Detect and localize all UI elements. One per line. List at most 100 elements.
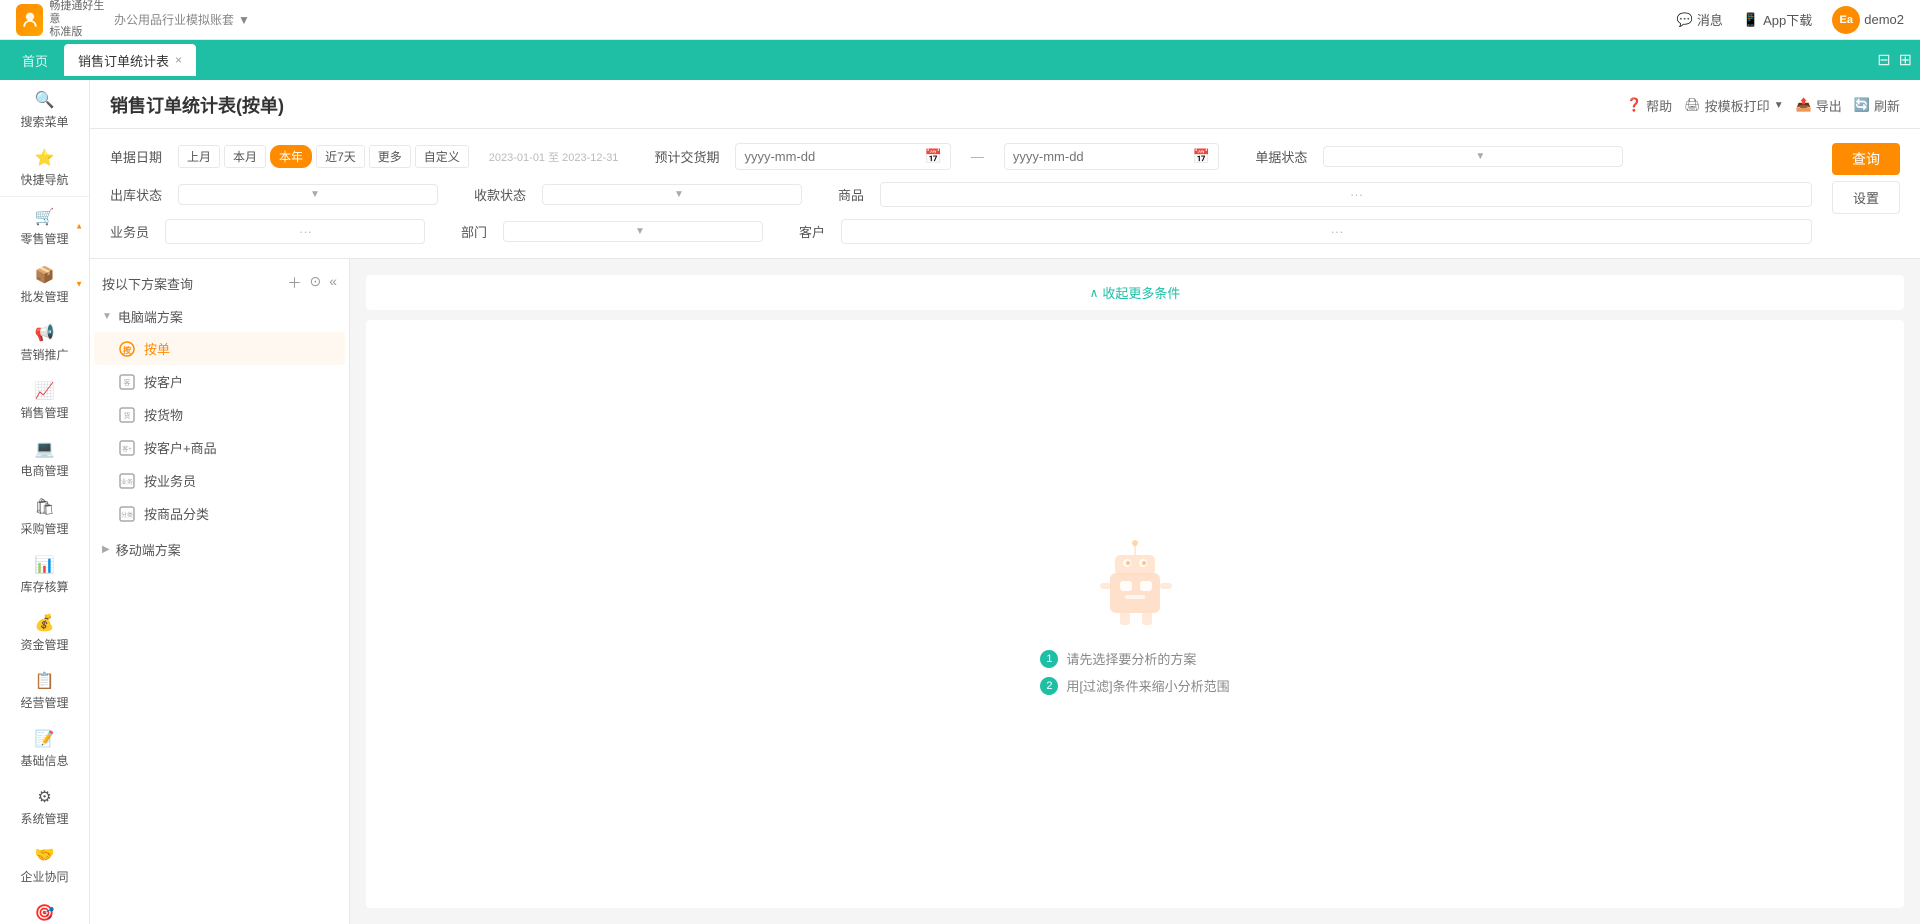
tree-item-by-salesperson[interactable]: 业务 按业务员: [94, 464, 345, 497]
tab-home-label: 首页: [22, 51, 48, 70]
tip-text-2: 用[过滤]条件来缩小分析范围: [1066, 676, 1229, 695]
collapse-bar[interactable]: ∧ 收起更多条件: [366, 275, 1904, 310]
goods-select[interactable]: ···: [880, 182, 1812, 207]
collapse-panel-btn[interactable]: «: [329, 273, 337, 293]
logo-text: 畅捷通好生意标准版: [49, 0, 106, 39]
delivery-date-end[interactable]: 📅: [1004, 143, 1219, 170]
tab-minimize-btn[interactable]: ⊟: [1877, 50, 1890, 70]
sidebar-item-newbie[interactable]: 🎯 新手引导: [0, 893, 89, 924]
refresh-btn[interactable]: 🔄 刷新: [1854, 96, 1900, 115]
salesperson-ellipsis-icon[interactable]: ···: [299, 224, 416, 239]
date-btn-this-year[interactable]: 本年: [270, 145, 312, 168]
date-btn-7days[interactable]: 近7天: [316, 145, 365, 168]
customer-ellipsis-icon[interactable]: ···: [1331, 224, 1803, 239]
salesperson-select[interactable]: ···: [165, 219, 425, 244]
tree-group-pc-header[interactable]: ▼ 电脑端方案: [94, 301, 345, 332]
sidebar-purchase-label: 采购管理: [20, 520, 68, 537]
export-icon: 📤: [1796, 97, 1812, 113]
retail-icon: 🛒: [35, 207, 55, 227]
top-bar: 畅捷通好生意标准版 办公用品行业模拟账套 ▼ 💬 消息 📱 App下载 Ea d…: [0, 0, 1920, 40]
sidebar-item-ecommerce[interactable]: 💻 电商管理: [0, 429, 89, 487]
tab-sales-stat-label: 销售订单统计表: [78, 51, 169, 70]
export-btn[interactable]: 📤 导出: [1796, 96, 1842, 115]
tab-sales-stat[interactable]: 销售订单统计表 ×: [64, 44, 196, 76]
sidebar: 🔍 搜索菜单 ⭐ 快捷导航 🛒 零售管理 📦 批发管理 📢 营销推广 📈 销售管…: [0, 80, 90, 924]
svg-text:客+: 客+: [122, 445, 132, 453]
sidebar-item-retail[interactable]: 🛒 零售管理: [0, 197, 89, 255]
add-scheme-btn[interactable]: ＋: [287, 273, 301, 293]
help-btn[interactable]: ❓ 帮助: [1626, 96, 1672, 115]
sidebar-item-finance[interactable]: 💰 资金管理: [0, 603, 89, 661]
goods-scheme-icon: 货: [118, 406, 136, 424]
date-quick-options: 上月 本月 本年 近7天 更多 自定义: [178, 145, 469, 168]
sidebar-item-operations[interactable]: 📋 经营管理: [0, 661, 89, 719]
sidebar-item-enterprise[interactable]: 🤝 企业协同: [0, 835, 89, 893]
tree-item-by-category[interactable]: 分类 按商品分类: [94, 497, 345, 530]
delivery-date-start[interactable]: 📅: [735, 143, 950, 170]
tree-item-by-customer[interactable]: 客 按客户: [94, 365, 345, 398]
by-order-label: 按单: [144, 339, 170, 358]
collapse-chevron-icon: ∧: [1090, 286, 1099, 300]
user-area[interactable]: Ea demo2: [1832, 6, 1904, 34]
customer-select[interactable]: ···: [841, 219, 1812, 244]
message-btn[interactable]: 💬 消息: [1677, 10, 1723, 29]
date-btn-last-month[interactable]: 上月: [178, 145, 220, 168]
status-arrow-icon: ▼: [1475, 151, 1614, 162]
delivery-start-input[interactable]: [744, 149, 920, 164]
date-btn-this-month[interactable]: 本月: [224, 145, 266, 168]
tab-close-icon[interactable]: ×: [175, 53, 182, 67]
sidebar-item-quick-nav[interactable]: ⭐ 快捷导航: [0, 138, 89, 196]
delivery-label: 预计交货期: [654, 147, 719, 166]
delivery-end-input[interactable]: [1013, 149, 1189, 164]
message-icon: 💬: [1677, 12, 1693, 28]
svg-text:业务: 业务: [121, 478, 133, 486]
sidebar-item-search[interactable]: 🔍 搜索菜单: [0, 80, 89, 138]
star-icon: ⭐: [35, 148, 55, 168]
sidebar-enterprise-label: 企业协同: [20, 868, 68, 885]
settings-btn[interactable]: 设置: [1832, 181, 1900, 214]
department-select[interactable]: ▼: [503, 221, 763, 242]
settings-scheme-btn[interactable]: ⊙: [309, 273, 321, 293]
goods-ellipsis-icon[interactable]: ···: [1350, 187, 1803, 202]
sidebar-item-purchase[interactable]: 🛍 采购管理: [0, 487, 89, 545]
tree-group-mobile: ▶ 移动端方案: [94, 534, 345, 565]
svg-text:客: 客: [124, 378, 131, 387]
sidebar-quick-nav-label: 快捷导航: [20, 171, 68, 188]
payment-arrow-icon: ▼: [674, 189, 793, 200]
system-icon: ⚙: [37, 787, 51, 807]
department-label: 部门: [461, 222, 487, 241]
template-print-btn[interactable]: 🖨 按模板打印 ▼: [1684, 96, 1783, 115]
enterprise-icon: 🤝: [35, 845, 55, 865]
app-selector[interactable]: 办公用品行业模拟账套 ▼: [114, 11, 1677, 28]
message-label: 消息: [1697, 10, 1723, 29]
download-btn[interactable]: 📱 App下载: [1743, 10, 1812, 29]
filter-row-1: 单据日期 上月 本月 本年 近7天 更多 自定义 2023-01-01 至 20…: [110, 143, 1812, 170]
tab-expand-btn[interactable]: ⊞: [1899, 50, 1912, 70]
sidebar-item-wholesale[interactable]: 📦 批发管理: [0, 255, 89, 313]
date-btn-more[interactable]: 更多: [369, 145, 411, 168]
sidebar-item-inventory[interactable]: 📊 库存核算: [0, 545, 89, 603]
sidebar-basic-info-label: 基础信息: [20, 752, 68, 769]
tree-item-by-customer-goods[interactable]: 客+ 按客户+商品: [94, 431, 345, 464]
top-right: 💬 消息 📱 App下载 Ea demo2: [1677, 6, 1904, 34]
refresh-icon: 🔄: [1854, 97, 1870, 113]
sidebar-item-marketing[interactable]: 📢 营销推广: [0, 313, 89, 371]
tree-item-by-order[interactable]: 按 按单: [94, 332, 345, 365]
tab-home[interactable]: 首页: [8, 44, 62, 76]
empty-tips: 1 请先选择要分析的方案 2 用[过滤]条件来缩小分析范围: [1040, 649, 1229, 695]
sidebar-top-section: 🔍 搜索菜单 ⭐ 快捷导航: [0, 80, 89, 197]
query-btn[interactable]: 查询: [1832, 143, 1900, 175]
tree-group-mobile-header[interactable]: ▶ 移动端方案: [94, 534, 345, 565]
tree-mobile-arrow-icon: ▶: [102, 544, 110, 555]
page-area: 销售订单统计表(按单) ❓ 帮助 🖨 按模板打印 ▼ 📤 导出: [90, 80, 1920, 924]
sidebar-item-system[interactable]: ⚙ 系统管理: [0, 777, 89, 835]
status-select[interactable]: ▼: [1323, 146, 1623, 167]
sidebar-item-sales[interactable]: 📈 销售管理: [0, 371, 89, 429]
payment-status-select[interactable]: ▼: [542, 184, 802, 205]
ship-status-select[interactable]: ▼: [178, 184, 438, 205]
sidebar-retail-label: 零售管理: [20, 230, 68, 247]
date-btn-custom[interactable]: 自定义: [415, 145, 469, 168]
tree-item-by-goods[interactable]: 货 按货物: [94, 398, 345, 431]
sidebar-item-basic-info[interactable]: 📝 基础信息: [0, 719, 89, 777]
sidebar-marketing-label: 营销推广: [20, 346, 68, 363]
